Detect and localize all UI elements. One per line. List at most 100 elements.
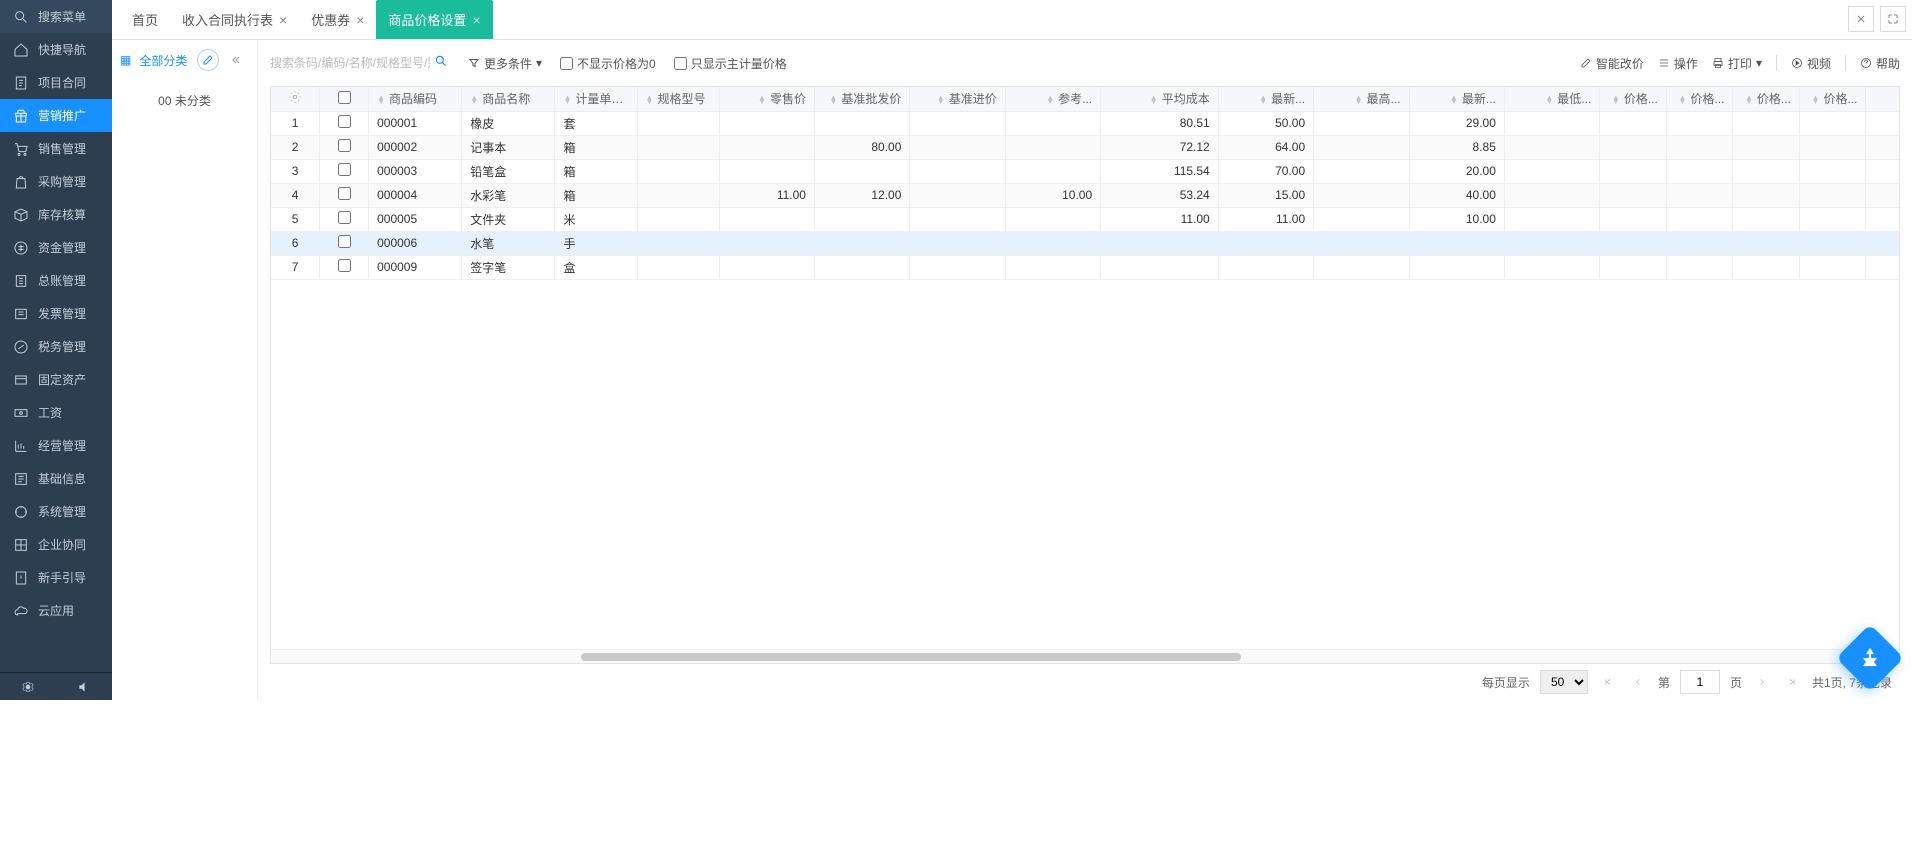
sidebar-item[interactable]: 工资 [0,396,112,429]
edit-category-button[interactable] [197,49,219,71]
sidebar-item[interactable]: 基础信息 [0,462,112,495]
category-node[interactable]: 00 未分类 [128,88,241,113]
sidebar-item[interactable]: 营销推广 [0,99,112,132]
sidebar-item[interactable]: 经营管理 [0,429,112,462]
first-page-button[interactable] [1598,672,1618,692]
cell-purchase [910,135,1005,159]
sidebar-item[interactable]: 采购管理 [0,165,112,198]
sound-button[interactable] [56,673,112,700]
settings-column-header[interactable] [271,87,320,111]
only-unit-checkbox[interactable]: 只显示主计量价格 [674,55,787,72]
smart-price-button[interactable]: 智能改价 [1580,55,1644,72]
table-row[interactable]: 7000009签字笔盒 [271,255,1899,279]
print-button[interactable]: 打印 ▾ [1712,55,1762,72]
column-header-wholesale[interactable]: ▲▼基准批发价 [814,87,909,111]
collapse-panel-button[interactable] [227,49,249,71]
table-row[interactable]: 3000003铅笔盒箱115.5470.0020.00 [271,159,1899,183]
cell-lowest [1504,135,1599,159]
page-input[interactable] [1680,670,1720,694]
column-header-unit[interactable]: ▲▼计量单位... [555,87,637,111]
row-checkbox[interactable] [320,135,369,159]
fullscreen-button[interactable] [1880,6,1906,32]
table-row[interactable]: 1000001橡皮套80.5150.0029.00 [271,111,1899,135]
hide-zero-checkbox[interactable]: 不显示价格为0 [560,55,656,72]
row-index: 1 [271,111,320,135]
cell-p2 [1666,135,1733,159]
sidebar-item[interactable]: 快捷导航 [0,33,112,66]
column-header-p4[interactable]: ▲▼价格... [1799,87,1866,111]
column-header-p2[interactable]: ▲▼价格... [1666,87,1733,111]
cell-p3 [1733,183,1800,207]
cell-name: 记事本 [462,135,555,159]
operate-button[interactable]: 操作 [1658,55,1698,72]
sidebar-item-label: 总账管理 [38,272,86,289]
row-checkbox[interactable] [320,207,369,231]
sort-icon: ▲▼ [1612,96,1620,104]
sidebar-item[interactable]: 云应用 [0,594,112,627]
last-page-button[interactable] [1782,672,1802,692]
column-header-p1[interactable]: ▲▼价格... [1600,87,1667,111]
row-checkbox[interactable] [320,111,369,135]
sidebar-item[interactable]: 搜索菜单 [0,0,112,33]
close-all-tabs-button[interactable] [1848,6,1874,32]
table-row[interactable]: 4000004水彩笔箱11.0012.0010.0053.2415.0040.0… [271,183,1899,207]
sidebar-item[interactable]: 系统管理 [0,495,112,528]
close-icon[interactable]: × [356,12,364,28]
tab[interactable]: 首页 [120,0,170,39]
select-all-checkbox[interactable] [320,87,369,111]
cell-wholesale [814,111,909,135]
next-page-button[interactable] [1752,672,1772,692]
column-header-latest[interactable]: ▲▼最新... [1218,87,1313,111]
cell-highest [1314,135,1409,159]
cell-spec [637,207,719,231]
cell-avgcost [1101,231,1219,255]
sidebar-item[interactable]: 企业协同 [0,528,112,561]
prev-page-button[interactable] [1628,672,1648,692]
column-header-highest[interactable]: ▲▼最高... [1314,87,1409,111]
per-page-select[interactable]: 50 [1540,670,1588,694]
category-title[interactable]: 全部分类 [139,52,189,69]
help-button[interactable]: 帮助 [1860,55,1900,72]
video-button[interactable]: 视频 [1791,55,1831,72]
column-header-code[interactable]: ▲▼商品编码 [369,87,462,111]
sidebar-item[interactable]: 销售管理 [0,132,112,165]
sidebar-item[interactable]: 固定资产 [0,363,112,396]
search-input[interactable] [270,52,430,74]
tab-label: 首页 [132,10,158,29]
row-checkbox[interactable] [320,255,369,279]
column-header-newest[interactable]: ▲▼最新... [1409,87,1504,111]
row-checkbox[interactable] [320,231,369,255]
settings-button[interactable] [0,673,56,700]
column-header-avgcost[interactable]: ▲▼平均成本 [1101,87,1219,111]
column-header-spec[interactable]: ▲▼规格型号 [637,87,719,111]
search-icon[interactable] [434,54,448,71]
column-header-name[interactable]: ▲▼商品名称 [462,87,555,111]
column-header-ref[interactable]: ▲▼参考... [1005,87,1100,111]
sidebar-item[interactable]: 库存核算 [0,198,112,231]
column-header-retail[interactable]: ▲▼零售价 [719,87,814,111]
sidebar-item[interactable]: 项目合同 [0,66,112,99]
tab[interactable]: 收入合同执行表× [170,0,299,39]
sidebar-item[interactable]: 发票管理 [0,297,112,330]
column-header-p3[interactable]: ▲▼价格... [1733,87,1800,111]
sidebar-item[interactable]: 总账管理 [0,264,112,297]
table-row[interactable]: 6000006水笔手 [271,231,1899,255]
table-row[interactable]: 2000002记事本箱80.0072.1264.008.85 [271,135,1899,159]
tab[interactable]: 商品价格设置× [376,0,492,39]
row-checkbox[interactable] [320,159,369,183]
horizontal-scrollbar[interactable] [271,649,1899,663]
column-header-lowest[interactable]: ▲▼最低... [1504,87,1599,111]
sidebar-item[interactable]: 资金管理 [0,231,112,264]
cell-unit: 套 [555,111,637,135]
table-row[interactable]: 5000005文件夹米11.0011.0010.00 [271,207,1899,231]
cell-ref [1005,231,1100,255]
close-icon[interactable]: × [472,12,480,28]
more-conditions-button[interactable]: 更多条件 ▾ [468,55,542,72]
close-icon[interactable]: × [279,12,287,28]
row-checkbox[interactable] [320,183,369,207]
tab[interactable]: 优惠券× [299,0,376,39]
sidebar-item[interactable]: 新手引导 [0,561,112,594]
sidebar-item[interactable]: 税务管理 [0,330,112,363]
column-header-purchase[interactable]: ▲▼基准进价 [910,87,1005,111]
search-icon [12,8,30,26]
